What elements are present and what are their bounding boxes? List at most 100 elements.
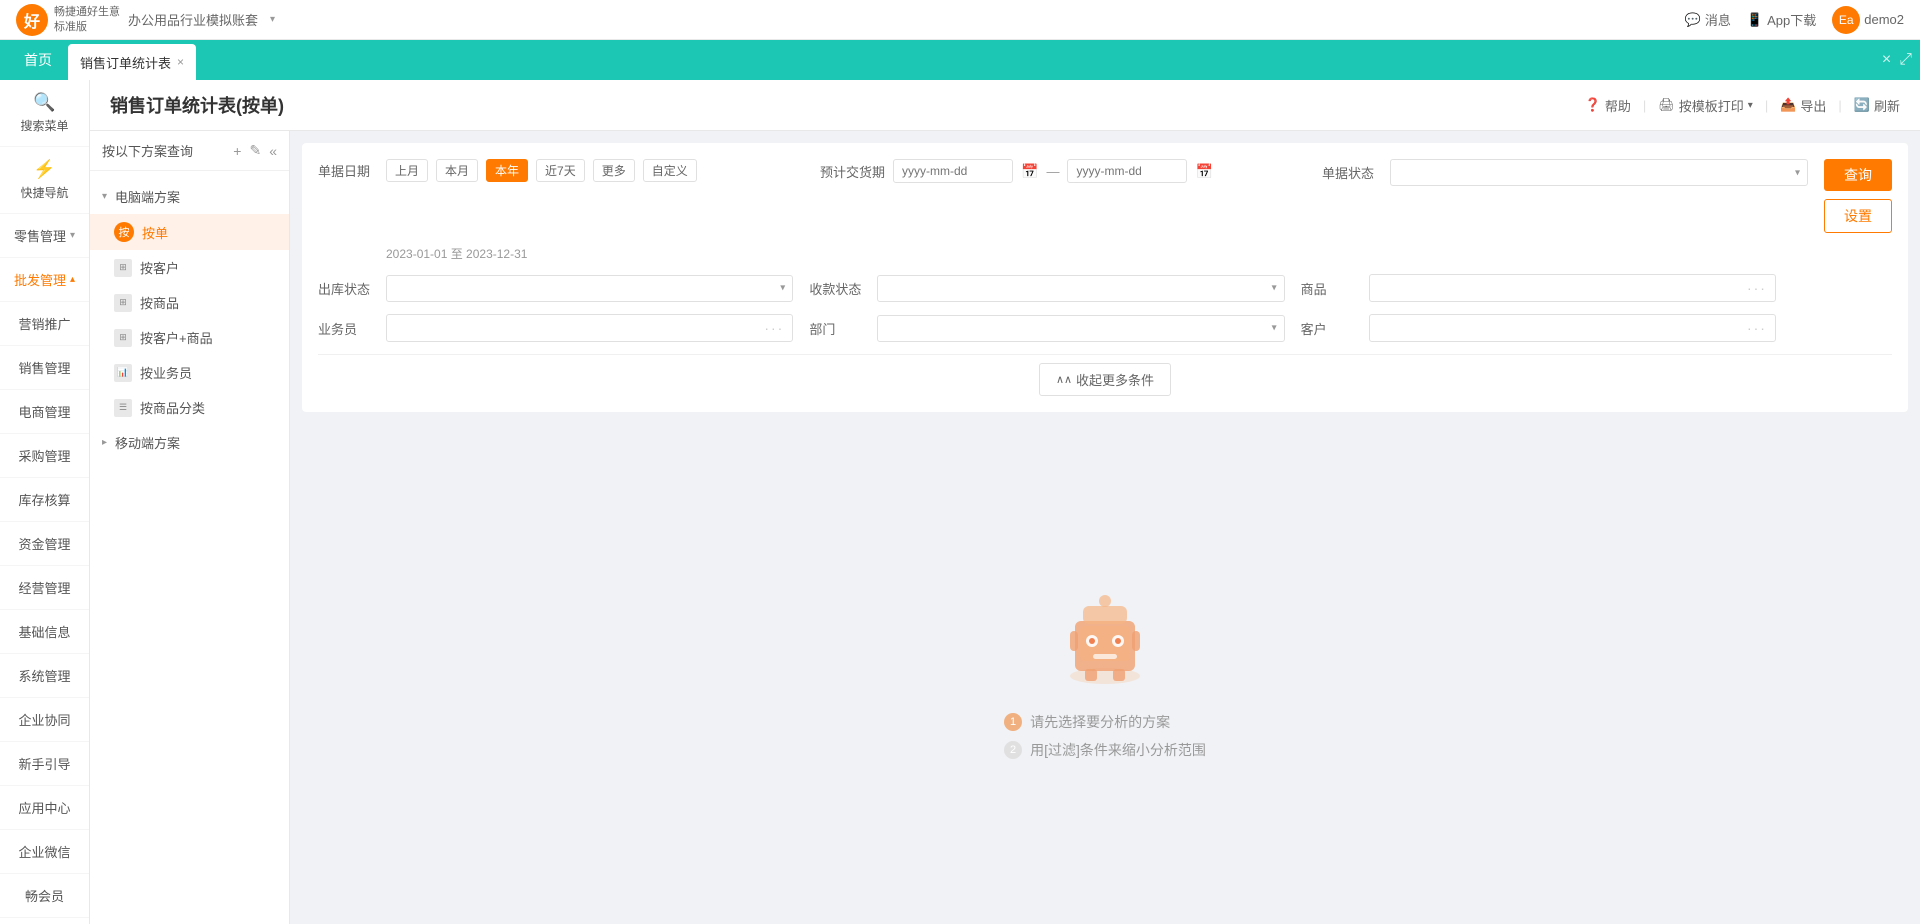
sidebar-item-newbie[interactable]: 新手引导	[0, 742, 89, 786]
collapse-filters-button[interactable]: ∧∧ 收起更多条件	[1039, 363, 1171, 396]
member-label: 畅会员	[25, 886, 64, 905]
sidebar-item-system[interactable]: 系统管理	[0, 654, 89, 698]
help-button[interactable]: ❓ 帮助	[1585, 96, 1631, 115]
left-panel: 按以下方案查询 + ✎ « ▾ 电脑端方案 按 按单	[90, 131, 290, 924]
sidebar-item-corp[interactable]: 企业协同	[0, 698, 89, 742]
salesperson-input[interactable]: ···	[386, 314, 793, 342]
delivery-end-input[interactable]	[1067, 159, 1187, 183]
tree-item-by-product[interactable]: ⊞ 按商品	[90, 285, 289, 320]
user-menu[interactable]: Ea demo2	[1832, 6, 1904, 34]
nav-icon: ⚡	[33, 159, 55, 180]
ship-status-label: 出库状态	[318, 279, 378, 298]
delivery-date-label: 预计交货期	[820, 162, 885, 181]
tab-close-icon[interactable]: ×	[177, 55, 184, 69]
print-dropdown-icon: ▾	[1748, 100, 1753, 111]
tab-home[interactable]: 首页	[8, 40, 68, 80]
logo-text: 畅捷通好生意 标准版	[54, 5, 120, 34]
sidebar-item-finance[interactable]: 资金管理	[0, 522, 89, 566]
sidebar-item-appstore[interactable]: 应用中心	[0, 786, 89, 830]
system-label: 系统管理	[18, 666, 70, 685]
this-year-btn[interactable]: 本年	[486, 159, 528, 182]
tree-item-by-category[interactable]: ☰ 按商品分类	[90, 390, 289, 425]
tree-expand-icon: ▾	[102, 191, 107, 202]
empty-tips: 1 请先选择要分析的方案 2 用[过滤]条件来缩小分析范围	[1004, 712, 1206, 760]
tab-bar: 首页 销售订单统计表 × × ⤢	[0, 40, 1920, 80]
sidebar-item-wholesale[interactable]: 批发管理 ▴	[0, 258, 89, 302]
add-scheme-icon[interactable]: +	[233, 143, 241, 159]
tab-active[interactable]: 销售订单统计表 ×	[68, 44, 196, 80]
left-tree: ▾ 电脑端方案 按 按单 ⊞ 按客户 ⊞ 按商品	[90, 171, 289, 468]
by-category-icon: ☰	[114, 399, 132, 417]
this-month-btn[interactable]: 本月	[436, 159, 478, 182]
sidebar-item-marketing[interactable]: 营销推广	[0, 302, 89, 346]
sidebar-item-ecom[interactable]: 电商管理	[0, 390, 89, 434]
tab-bar-right: × ⤢	[1882, 51, 1920, 69]
collapse-up-icon: ∧∧	[1056, 373, 1072, 386]
app-title: 办公用品行业模拟账套	[128, 10, 258, 29]
tree-item-by-order[interactable]: 按 按单	[90, 214, 289, 250]
sidebar-item-ops[interactable]: 经营管理	[0, 566, 89, 610]
main-layout: 🔍 搜索菜单 ⚡ 快捷导航 零售管理 ▾ 批发管理 ▴ 营销推广 销售管理 电商…	[0, 80, 1920, 924]
tip-num-2: 2	[1004, 741, 1022, 759]
message-button[interactable]: 💬 消息	[1685, 10, 1731, 29]
order-status-select[interactable]	[1390, 159, 1808, 186]
tree-item-by-customer[interactable]: ⊞ 按客户	[90, 250, 289, 285]
goods-input[interactable]: ···	[1369, 274, 1776, 302]
date-range-text: 2023-01-01 至 2023-12-31	[386, 247, 527, 261]
sidebar-item-basic[interactable]: 基础信息	[0, 610, 89, 654]
avatar: Ea	[1832, 6, 1860, 34]
custom-btn[interactable]: 自定义	[643, 159, 697, 182]
delivery-start-input[interactable]	[893, 159, 1013, 183]
sidebar-quick-nav[interactable]: ⚡ 快捷导航	[0, 147, 89, 214]
tree-mobile-expand-icon: ▸	[102, 437, 107, 448]
left-panel-actions: + ✎ «	[233, 142, 277, 159]
window-maximize-icon[interactable]: ⤢	[1899, 51, 1912, 69]
setting-button[interactable]: 设置	[1824, 199, 1892, 233]
empty-state: 1 请先选择要分析的方案 2 用[过滤]条件来缩小分析范围	[302, 424, 1908, 912]
sidebar-item-member[interactable]: 畅会员	[0, 874, 89, 918]
top-bar: 好 畅捷通好生意 标准版 办公用品行业模拟账套 ▾ 💬 消息 📱 App下载 E…	[0, 0, 1920, 40]
tree-item-by-cust-prod[interactable]: ⊞ 按客户+商品	[90, 320, 289, 355]
window-close-icon[interactable]: ×	[1882, 51, 1891, 69]
last7-btn[interactable]: 近7天	[536, 159, 585, 182]
page-title: 销售订单统计表(按单)	[110, 92, 284, 118]
search-button[interactable]: 查询	[1824, 159, 1892, 191]
logo-area: 好 畅捷通好生意 标准版	[16, 4, 120, 36]
cal-icon-delivery-end[interactable]: 📅	[1195, 163, 1212, 180]
customer-input[interactable]: ···	[1369, 314, 1776, 342]
sidebar-search[interactable]: 🔍 搜索菜单	[0, 80, 89, 147]
department-label: 部门	[809, 319, 869, 338]
export-button[interactable]: 📤 导出	[1780, 96, 1826, 115]
sidebar-item-inventory[interactable]: 库存核算	[0, 478, 89, 522]
search-icon: 🔍	[33, 92, 55, 113]
sidebar-item-purchase[interactable]: 采购管理	[0, 434, 89, 478]
app-dropdown-icon[interactable]: ▾	[270, 14, 275, 25]
salesperson-label: 业务员	[318, 319, 378, 338]
filter-actions: 查询 设置	[1824, 159, 1892, 233]
finance-label: 资金管理	[18, 534, 70, 553]
download-icon: 📱	[1747, 12, 1763, 28]
cal-icon-delivery-start[interactable]: 📅	[1021, 163, 1038, 180]
sales-label: 销售管理	[18, 358, 70, 377]
ship-status-select[interactable]	[386, 275, 793, 302]
print-button[interactable]: 🖨 按模板打印 ▾	[1658, 96, 1753, 115]
last-month-btn[interactable]: 上月	[386, 159, 428, 182]
sidebar-item-retail[interactable]: 零售管理 ▾	[0, 214, 89, 258]
app-download-button[interactable]: 📱 App下载	[1747, 10, 1816, 29]
print-icon: 🖨	[1658, 97, 1675, 113]
refresh-button[interactable]: 🔄 刷新	[1854, 96, 1900, 115]
payment-status-label: 收款状态	[809, 279, 869, 298]
sidebar-item-sales[interactable]: 销售管理	[0, 346, 89, 390]
department-select[interactable]	[877, 315, 1284, 342]
page-header: 销售订单统计表(按单) ❓ 帮助 | 🖨 按模板打印 ▾ | 📤 导出 |	[90, 80, 1920, 131]
more-btn[interactable]: 更多	[593, 159, 635, 182]
empty-tip-1: 1 请先选择要分析的方案	[1004, 712, 1206, 732]
tree-item-by-salesperson[interactable]: 📊 按业务员	[90, 355, 289, 390]
edit-scheme-icon[interactable]: ✎	[249, 142, 261, 159]
ecom-label: 电商管理	[18, 402, 70, 421]
sidebar-item-wechat[interactable]: 企业微信	[0, 830, 89, 874]
collapse-panel-icon[interactable]: «	[269, 143, 277, 159]
left-panel-title: 按以下方案查询	[102, 141, 193, 160]
payment-status-select[interactable]	[877, 275, 1284, 302]
empty-tip-2: 2 用[过滤]条件来缩小分析范围	[1004, 740, 1206, 760]
